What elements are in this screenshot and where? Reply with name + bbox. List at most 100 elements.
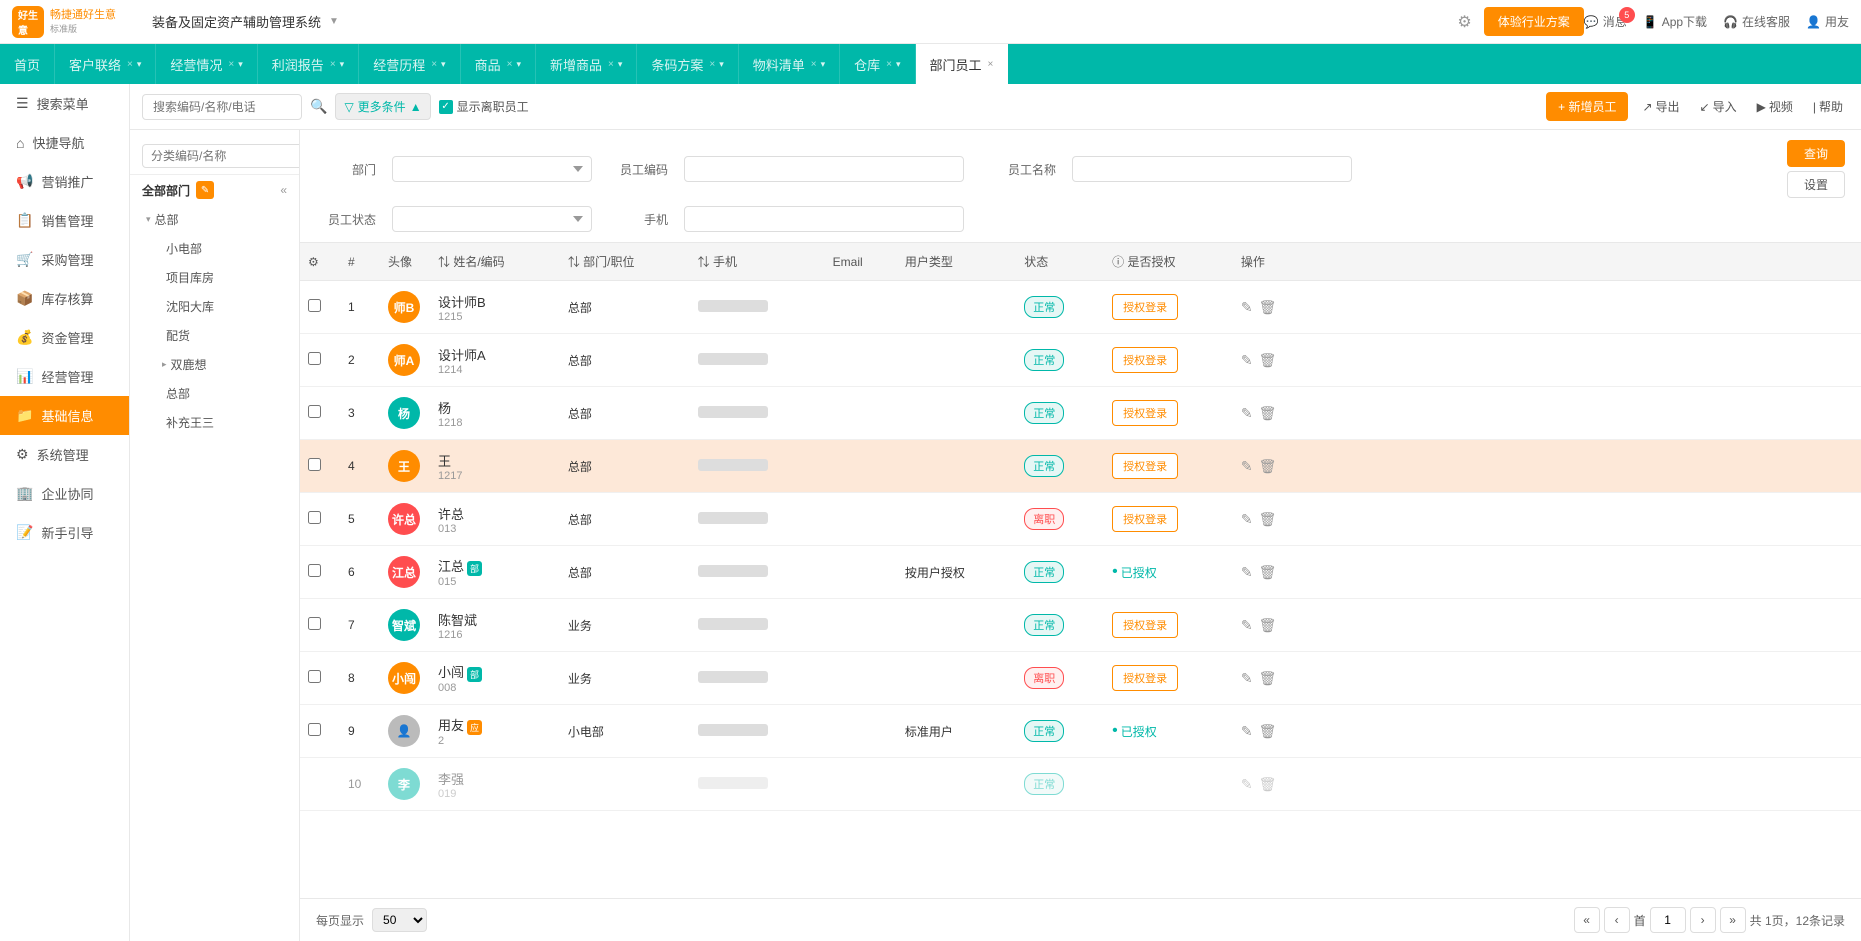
first-page-btn[interactable]: « [1574, 907, 1600, 933]
add-employee-btn[interactable]: + 新增员工 [1546, 92, 1628, 121]
delete-icon[interactable]: 🗑 [1259, 299, 1277, 316]
import-btn[interactable]: ↙ 导入 [1694, 94, 1743, 119]
edit-icon[interactable]: ✎ [1241, 352, 1253, 369]
sidebar-item-sales[interactable]: 📋销售管理 [0, 201, 129, 240]
edit-icon[interactable]: ✎ [1241, 723, 1253, 740]
delete-icon[interactable]: 🗑 [1259, 670, 1277, 687]
auth-login-btn[interactable]: 授权登录 [1112, 453, 1178, 479]
dept-item-xiaodianbu[interactable]: 小电部 [130, 234, 299, 263]
sidebar-item-purchase[interactable]: 🛒采购管理 [0, 240, 129, 279]
search-input[interactable] [142, 94, 302, 120]
page-size-select[interactable]: 50 100 200 [372, 908, 427, 932]
auth-login-btn[interactable]: 授权登录 [1112, 665, 1178, 691]
next-page-btn[interactable]: › [1690, 907, 1716, 933]
sidebar-item-operations[interactable]: 📊经营管理 [0, 357, 129, 396]
last-page-btn[interactable]: » [1720, 907, 1746, 933]
user-btn[interactable]: 👤 用友 [1806, 13, 1849, 30]
sidebar-item-inventory[interactable]: 📦库存核算 [0, 279, 129, 318]
nav-tab-仓库[interactable]: 仓库×▾ [840, 44, 915, 84]
sidebar-item-quicknav[interactable]: ⌂快捷导航 [0, 123, 129, 162]
th-name-code[interactable]: ⇅ 姓名/编码 [430, 243, 560, 281]
delete-icon[interactable]: 🗑 [1259, 458, 1277, 475]
edit-icon[interactable]: ✎ [1241, 617, 1253, 634]
th-dept[interactable]: ⇅ 部门/职位 [560, 243, 690, 281]
tab-close-icon[interactable]: × [811, 59, 817, 70]
search-button[interactable]: 🔍 [310, 98, 327, 115]
sidebar-item-basic[interactable]: 📁基础信息 [0, 396, 129, 435]
tab-close-icon[interactable]: × [507, 59, 513, 70]
tab-close-icon[interactable]: × [330, 59, 336, 70]
edit-icon[interactable]: ✎ [1241, 405, 1253, 422]
message-btn[interactable]: 💬 消息 5 [1584, 13, 1627, 30]
row-checkbox[interactable] [308, 458, 321, 471]
row-checkbox[interactable] [308, 564, 321, 577]
sidebar-item-enterprise[interactable]: 🏢企业协同 [0, 474, 129, 513]
nav-tab-新增商品[interactable]: 新增商品×▾ [536, 44, 637, 84]
delete-icon[interactable]: 🗑 [1259, 352, 1277, 369]
dept-item-xiangmu[interactable]: 项目库房 [130, 263, 299, 292]
reset-btn[interactable]: 设置 [1787, 171, 1845, 198]
emp-name-input[interactable] [1072, 156, 1352, 182]
page-input[interactable] [1650, 907, 1686, 933]
emp-code-input[interactable] [684, 156, 964, 182]
tab-close-icon[interactable]: × [127, 59, 133, 70]
tab-close-icon[interactable]: × [988, 59, 994, 70]
edit-icon[interactable]: ✎ [1241, 564, 1253, 581]
help-btn[interactable]: | 帮助 [1807, 94, 1849, 119]
nav-tab-经营情况[interactable]: 经营情况×▾ [156, 44, 257, 84]
gear-button[interactable]: ⚙ [1453, 8, 1475, 36]
status-filter-select[interactable] [392, 206, 592, 232]
auth-login-btn[interactable]: 授权登录 [1112, 294, 1178, 320]
row-checkbox[interactable] [308, 723, 321, 736]
dept-item-peihuo[interactable]: 配货 [130, 321, 299, 350]
sidebar-item-marketing[interactable]: 📢营销推广 [0, 162, 129, 201]
auth-login-btn[interactable]: 授权登录 [1112, 400, 1178, 426]
edit-icon[interactable]: ✎ [1241, 511, 1253, 528]
prev-page-btn[interactable]: ‹ [1604, 907, 1630, 933]
tab-close-icon[interactable]: × [886, 59, 892, 70]
try-btn[interactable]: 体验行业方案 [1484, 7, 1584, 36]
dept-filter-select[interactable] [392, 156, 592, 182]
row-checkbox[interactable] [308, 670, 321, 683]
delete-icon[interactable]: 🗑 [1259, 511, 1277, 528]
row-checkbox[interactable] [308, 617, 321, 630]
dept-collapse-btn[interactable]: « [280, 183, 287, 197]
dept-item-zongbu[interactable]: ▾ 总部 [130, 205, 299, 234]
auth-login-btn[interactable]: 授权登录 [1112, 506, 1178, 532]
online-service-btn[interactable]: 🎧 在线客服 [1723, 13, 1790, 30]
tab-close-icon[interactable]: × [709, 59, 715, 70]
nav-tab-条码方案[interactable]: 条码方案×▾ [637, 44, 738, 84]
show-resigned-toggle[interactable]: ✓ 显示离职员工 [439, 98, 529, 115]
nav-tab-首页[interactable]: 首页 [0, 44, 55, 84]
sidebar-item-finance[interactable]: 💰资金管理 [0, 318, 129, 357]
nav-tab-物料清单[interactable]: 物料清单×▾ [739, 44, 840, 84]
query-btn[interactable]: 查询 [1787, 140, 1845, 167]
row-checkbox[interactable] [308, 352, 321, 365]
delete-icon[interactable]: 🗑 [1259, 405, 1277, 422]
sidebar-item-search[interactable]: ☰搜索菜单 [0, 84, 129, 123]
edit-icon[interactable]: ✎ [1241, 458, 1253, 475]
dept-item-zongbu2[interactable]: 总部 [130, 379, 299, 408]
dept-item-shuanglu[interactable]: ▸ 双鹿想 [130, 350, 299, 379]
more-filter-btn[interactable]: ▽ 更多条件 ▲ [335, 93, 430, 120]
nav-tab-经营历程[interactable]: 经营历程×▾ [359, 44, 460, 84]
dept-search-input[interactable] [142, 144, 300, 168]
phone-input[interactable] [684, 206, 964, 232]
row-checkbox[interactable] [308, 299, 321, 312]
nav-tab-利润报告[interactable]: 利润报告×▾ [258, 44, 359, 84]
export-btn[interactable]: ↗ 导出 [1636, 94, 1685, 119]
edit-icon[interactable]: ✎ [1241, 776, 1253, 793]
th-settings[interactable]: ⚙ [300, 243, 340, 281]
view-btn[interactable]: ▶ 视频 [1751, 94, 1799, 119]
tab-close-icon[interactable]: × [228, 59, 234, 70]
th-phone[interactable]: ⇅ 手机 [690, 243, 825, 281]
dept-item-shenyang[interactable]: 沈阳大库 [130, 292, 299, 321]
delete-icon[interactable]: 🗑 [1259, 617, 1277, 634]
nav-tab-客户联络[interactable]: 客户联络×▾ [55, 44, 156, 84]
tab-close-icon[interactable]: × [608, 59, 614, 70]
row-checkbox[interactable] [308, 405, 321, 418]
nav-tab-商品[interactable]: 商品×▾ [461, 44, 536, 84]
sidebar-item-system[interactable]: ⚙系统管理 [0, 435, 129, 474]
auth-login-btn[interactable]: 授权登录 [1112, 612, 1178, 638]
dept-edit-icon[interactable]: ✎ [196, 181, 214, 199]
